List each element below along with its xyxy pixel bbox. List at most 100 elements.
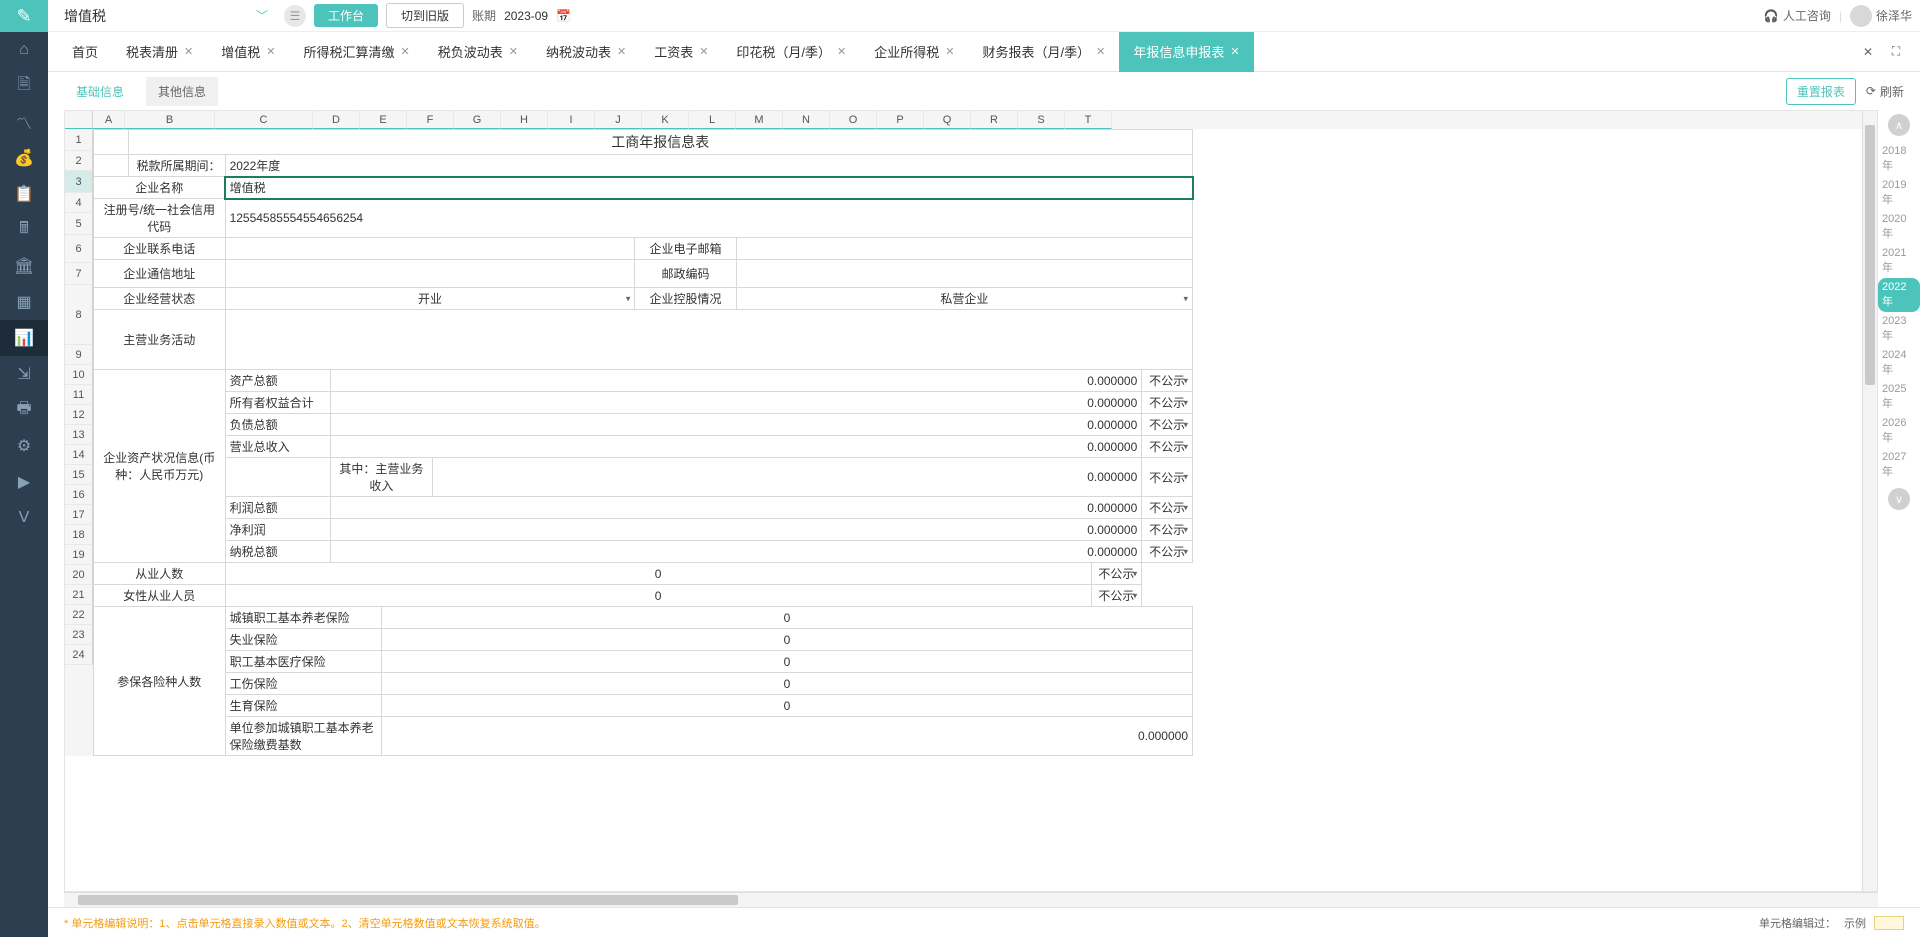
col-header[interactable]: O xyxy=(830,111,877,129)
row-header[interactable]: 24 xyxy=(65,645,93,665)
subtab-other[interactable]: 其他信息 xyxy=(146,77,218,106)
col-header[interactable]: K xyxy=(642,111,689,129)
close-icon[interactable]: ✕ xyxy=(945,45,954,58)
cell[interactable]: 所有者权益合计 xyxy=(225,392,331,414)
col-header[interactable]: T xyxy=(1065,111,1112,129)
nav-clipboard-icon[interactable]: 📋 xyxy=(0,176,48,212)
col-header[interactable]: C xyxy=(215,111,313,129)
row-header[interactable]: 22 xyxy=(65,605,93,625)
year-item[interactable]: 2026年 xyxy=(1878,414,1920,448)
cell[interactable] xyxy=(225,260,635,288)
close-icon[interactable]: ✕ xyxy=(1096,45,1105,58)
cell[interactable]: 不公示 xyxy=(1142,519,1193,541)
cell[interactable]: 企业控股情况 xyxy=(635,288,736,310)
close-icon[interactable]: ✕ xyxy=(1230,45,1239,58)
consult-link[interactable]: 🎧 人工咨询 xyxy=(1764,7,1831,24)
cell[interactable]: 营业总收入 xyxy=(225,436,331,458)
cell[interactable]: 工商年报信息表 xyxy=(128,130,1193,155)
cell[interactable] xyxy=(736,260,1192,288)
row-header[interactable]: 11 xyxy=(65,385,93,405)
nav-grid-icon[interactable]: ▦ xyxy=(0,284,48,320)
round-button[interactable]: ☰ xyxy=(284,5,306,27)
close-icon[interactable]: ✕ xyxy=(401,45,410,58)
subtab-basic[interactable]: 基础信息 xyxy=(64,77,136,106)
year-down-icon[interactable]: ∨ xyxy=(1888,488,1910,510)
col-header[interactable]: P xyxy=(877,111,924,129)
row-header[interactable]: 8 xyxy=(65,285,93,345)
switch-version-button[interactable]: 切到旧版 xyxy=(386,3,464,28)
col-header[interactable]: A xyxy=(93,111,125,129)
col-header[interactable]: G xyxy=(454,111,501,129)
cell[interactable]: 不公示 xyxy=(1142,497,1193,519)
cell[interactable]: 工伤保险 xyxy=(225,673,381,695)
refresh-button[interactable]: ⟳刷新 xyxy=(1866,83,1904,100)
cell[interactable] xyxy=(225,310,1192,370)
cell[interactable] xyxy=(736,238,1192,260)
year-item[interactable]: 2021年 xyxy=(1878,244,1920,278)
row-header[interactable]: 7 xyxy=(65,263,93,285)
cell[interactable]: 0 xyxy=(381,651,1192,673)
spreadsheet[interactable]: ABCDEFGHIJKLMNOPQRST 1234567891011121314… xyxy=(64,110,1878,892)
cell[interactable]: 企业通信地址 xyxy=(94,260,226,288)
col-header[interactable]: B xyxy=(125,111,215,129)
year-item[interactable]: 2024年 xyxy=(1878,346,1920,380)
cell[interactable]: 0.000000 xyxy=(331,497,1142,519)
tab[interactable]: 企业所得税✕ xyxy=(860,32,968,72)
nav-settings-icon[interactable]: ⚙ xyxy=(0,428,48,464)
horizontal-scrollbar[interactable] xyxy=(64,892,1878,907)
row-header[interactable]: 18 xyxy=(65,525,93,545)
row-header[interactable]: 17 xyxy=(65,505,93,525)
row-header[interactable]: 2 xyxy=(65,151,93,171)
col-header[interactable]: E xyxy=(360,111,407,129)
cell[interactable]: 0.000000 xyxy=(331,541,1142,563)
cell[interactable]: 0.000000 xyxy=(432,458,1142,497)
cell[interactable]: 不公示 xyxy=(1142,392,1193,414)
cell[interactable]: 不公示 xyxy=(1091,585,1142,607)
row-header[interactable]: 1 xyxy=(65,129,93,151)
nav-chart-icon[interactable]: 〽 xyxy=(0,104,48,140)
nav-doc-icon[interactable]: 🗎 xyxy=(0,68,48,104)
cell[interactable]: 利润总额 xyxy=(225,497,331,519)
cell[interactable]: 0 xyxy=(381,695,1192,717)
cell[interactable]: 负债总额 xyxy=(225,414,331,436)
col-header[interactable]: L xyxy=(689,111,736,129)
cell[interactable]: 0.000000 xyxy=(331,392,1142,414)
cell[interactable]: 0.000000 xyxy=(381,717,1192,756)
cell[interactable]: 参保各险种人数 xyxy=(94,607,226,756)
row-header[interactable]: 13 xyxy=(65,425,93,445)
cell[interactable]: 不公示 xyxy=(1142,370,1193,392)
cell[interactable]: 2022年度 xyxy=(225,155,1192,177)
row-header[interactable]: 21 xyxy=(65,585,93,605)
cell[interactable] xyxy=(225,238,635,260)
col-header[interactable]: D xyxy=(313,111,360,129)
year-up-icon[interactable]: ∧ xyxy=(1888,114,1910,136)
col-header[interactable]: H xyxy=(501,111,548,129)
tab[interactable]: 印花税（月/季）✕ xyxy=(722,32,860,72)
row-header[interactable]: 4 xyxy=(65,193,93,213)
cell[interactable] xyxy=(225,458,331,497)
tab-fullscreen[interactable]: ⛶ xyxy=(1882,38,1910,66)
cell[interactable]: 从业人数 xyxy=(94,563,226,585)
reset-button[interactable]: 重置报表 xyxy=(1786,78,1856,105)
close-icon[interactable]: ✕ xyxy=(699,45,708,58)
col-header[interactable]: M xyxy=(736,111,783,129)
vertical-scrollbar[interactable] xyxy=(1862,111,1877,891)
cell[interactable]: 0 xyxy=(381,629,1192,651)
cell[interactable]: 邮政编码 xyxy=(635,260,736,288)
close-icon[interactable]: ✕ xyxy=(266,45,275,58)
cell[interactable]: 女性从业人员 xyxy=(94,585,226,607)
cell[interactable]: 12554585554554656254 xyxy=(225,199,1192,238)
year-item[interactable]: 2018年 xyxy=(1878,142,1920,176)
cell[interactable] xyxy=(94,130,129,155)
cell[interactable]: 0.000000 xyxy=(331,370,1142,392)
col-header[interactable]: I xyxy=(548,111,595,129)
tab[interactable]: 税负波动表✕ xyxy=(424,32,532,72)
col-header[interactable]: N xyxy=(783,111,830,129)
row-header[interactable]: 6 xyxy=(65,235,93,263)
tab[interactable]: 税表清册✕ xyxy=(112,32,207,72)
user-menu[interactable]: 徐泽华 xyxy=(1850,5,1912,27)
tab[interactable]: 增值税✕ xyxy=(207,32,289,72)
nav-video-icon[interactable]: ▶ xyxy=(0,464,48,500)
year-item[interactable]: 2025年 xyxy=(1878,380,1920,414)
cell[interactable]: 纳税总额 xyxy=(225,541,331,563)
